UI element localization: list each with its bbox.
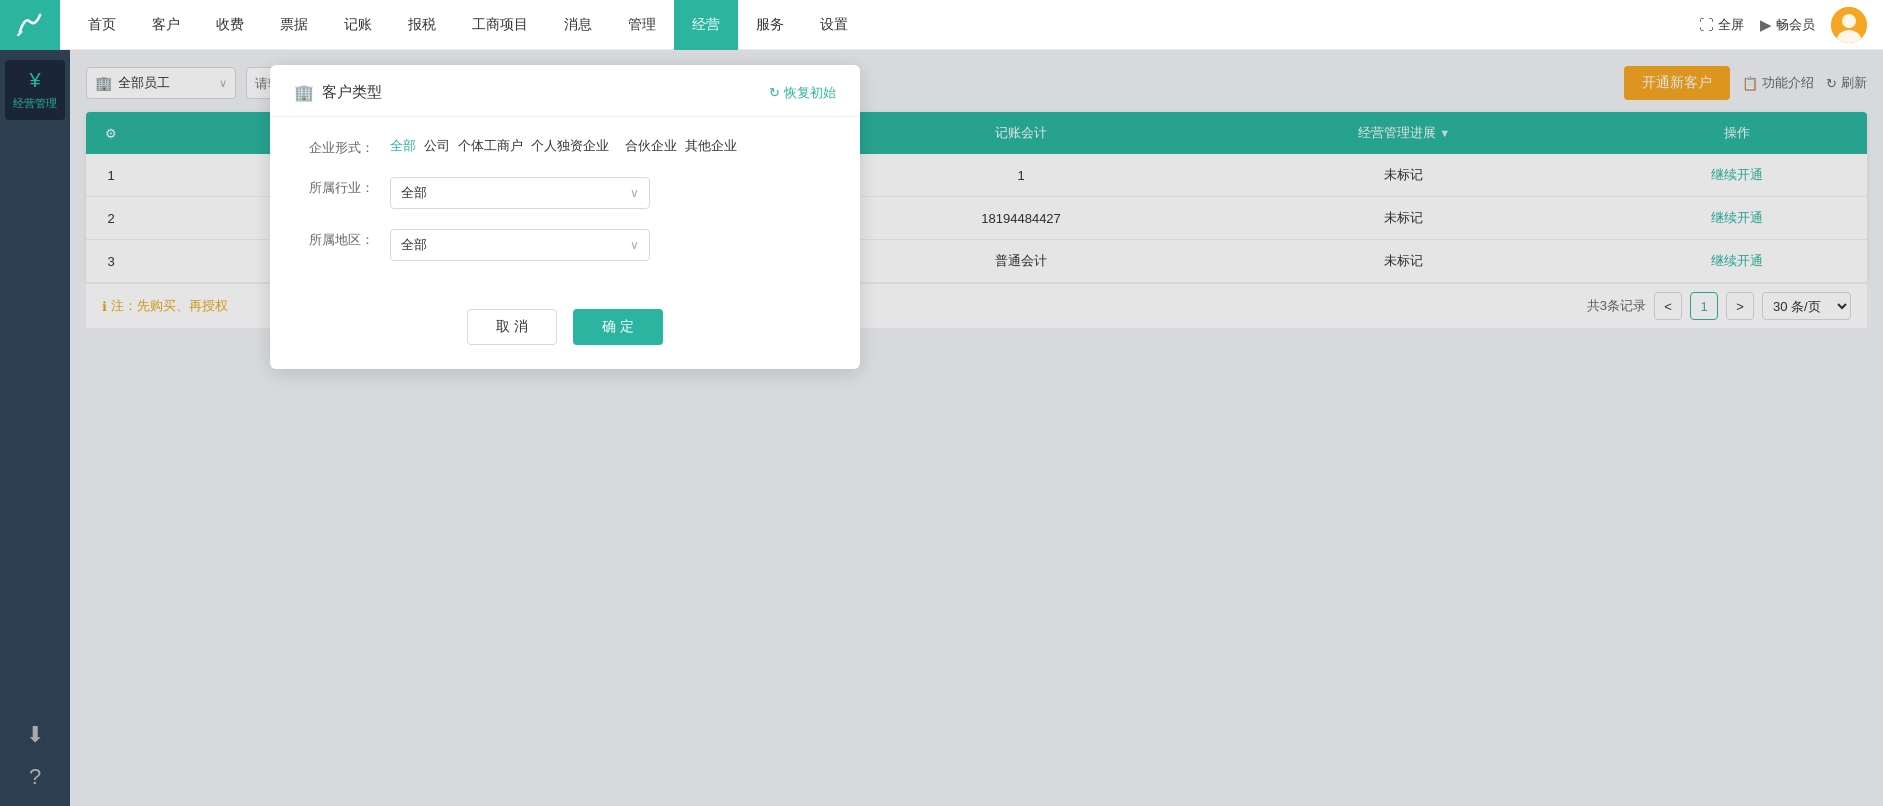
region-select[interactable]: 全部 ∨ <box>390 229 650 261</box>
nav-right: ⛶ 全屏 ▶ 畅会员 <box>1699 7 1867 43</box>
industry-dropdown-arrow-icon: ∨ <box>630 186 639 200</box>
modal-title-icon: 🏢 <box>294 83 314 102</box>
sidebar-item-operation[interactable]: ¥ 经营管理 <box>5 60 65 120</box>
sidebar-item-label: 经营管理 <box>13 96 57 111</box>
industry-form-value: 全部 ∨ <box>390 177 836 209</box>
fullscreen-icon: ⛶ <box>1699 16 1714 33</box>
modal-body: 企业形式： 全部 公司 个体工商户 个人独资企业 合伙企业 其他企业 所属行业： <box>270 117 860 301</box>
svg-point-1 <box>1842 14 1856 28</box>
vip-btn[interactable]: ▶ 畅会员 <box>1760 16 1815 34</box>
layout: ¥ 经营管理 ⬇ ? 🏢 全部员工 ∨ 🔍 筛选 ∧ 开通新客 <box>0 50 1883 806</box>
vip-icon: ▶ <box>1760 16 1772 34</box>
nav-settings[interactable]: 设置 <box>802 0 866 50</box>
logo[interactable] <box>0 0 60 50</box>
modal-title-text: 客户类型 <box>322 83 382 102</box>
enterprise-type-other[interactable]: 其他企业 <box>685 137 737 155</box>
enterprise-type-all[interactable]: 全部 <box>390 137 416 155</box>
main-content: 🏢 全部员工 ∨ 🔍 筛选 ∧ 开通新客户 📋 功能介绍 ↻ <box>70 50 1883 806</box>
enterprise-type-partnership[interactable]: 合伙企业 <box>625 137 677 155</box>
modal-overlay: 🏢 客户类型 ↻ 恢复初始 企业形式： 全部 公司 个体工商户 <box>70 50 1883 806</box>
operation-icon: ¥ <box>29 69 40 92</box>
region-form-row: 所属地区： 全部 ∨ <box>294 229 836 261</box>
enterprise-form-value: 全部 公司 个体工商户 个人独资企业 合伙企业 其他企业 <box>390 137 836 155</box>
modal-header: 🏢 客户类型 ↻ 恢复初始 <box>270 65 860 117</box>
industry-select[interactable]: 全部 ∨ <box>390 177 650 209</box>
enterprise-form-label: 企业形式： <box>294 137 374 157</box>
nav-tax[interactable]: 报税 <box>390 0 454 50</box>
modal-title: 🏢 客户类型 <box>294 83 382 102</box>
enterprise-form-row: 企业形式： 全部 公司 个体工商户 个人独资企业 合伙企业 其他企业 <box>294 137 836 157</box>
reset-icon: ↻ <box>769 85 780 100</box>
fullscreen-label: 全屏 <box>1718 16 1744 34</box>
modal-reset-label: 恢复初始 <box>784 84 836 102</box>
nav-home[interactable]: 首页 <box>70 0 134 50</box>
vip-label: 畅会员 <box>1776 16 1815 34</box>
modal-footer: 取 消 确 定 <box>270 301 860 345</box>
sidebar-bottom: ⬇ ? <box>26 722 44 790</box>
nav-business[interactable]: 工商项目 <box>454 0 546 50</box>
enterprise-type-self-employed[interactable]: 个体工商户 <box>458 137 523 155</box>
region-dropdown-arrow-icon: ∨ <box>630 238 639 252</box>
enterprise-type-sole-prop[interactable]: 个人独资企业 <box>531 137 609 155</box>
nav-service[interactable]: 服务 <box>738 0 802 50</box>
help-icon[interactable]: ? <box>29 764 41 790</box>
region-form-label: 所属地区： <box>294 229 374 249</box>
nav-accounting[interactable]: 记账 <box>326 0 390 50</box>
modal-reset-btn[interactable]: ↻ 恢复初始 <box>769 84 836 102</box>
download-icon[interactable]: ⬇ <box>26 722 44 748</box>
avatar[interactable] <box>1831 7 1867 43</box>
enterprise-type-company[interactable]: 公司 <box>424 137 450 155</box>
filter-modal: 🏢 客户类型 ↻ 恢复初始 企业形式： 全部 公司 个体工商户 <box>270 65 860 369</box>
nav-customer[interactable]: 客户 <box>134 0 198 50</box>
region-form-value: 全部 ∨ <box>390 229 836 261</box>
top-nav: 首页 客户 收费 票据 记账 报税 工商项目 消息 管理 经营 服务 设置 ⛶ … <box>0 0 1883 50</box>
fullscreen-btn[interactable]: ⛶ 全屏 <box>1699 16 1744 34</box>
nav-items: 首页 客户 收费 票据 记账 报税 工商项目 消息 管理 经营 服务 设置 <box>70 0 1699 50</box>
sidebar: ¥ 经营管理 ⬇ ? <box>0 50 70 806</box>
industry-form-row: 所属行业： 全部 ∨ <box>294 177 836 209</box>
cancel-button[interactable]: 取 消 <box>467 309 557 345</box>
industry-select-value: 全部 <box>401 184 427 202</box>
nav-message[interactable]: 消息 <box>546 0 610 50</box>
confirm-button[interactable]: 确 定 <box>573 309 663 345</box>
nav-operation[interactable]: 经营 <box>674 0 738 50</box>
nav-billing[interactable]: 收费 <box>198 0 262 50</box>
nav-invoice[interactable]: 票据 <box>262 0 326 50</box>
industry-form-label: 所属行业： <box>294 177 374 197</box>
nav-manage[interactable]: 管理 <box>610 0 674 50</box>
region-select-value: 全部 <box>401 236 427 254</box>
